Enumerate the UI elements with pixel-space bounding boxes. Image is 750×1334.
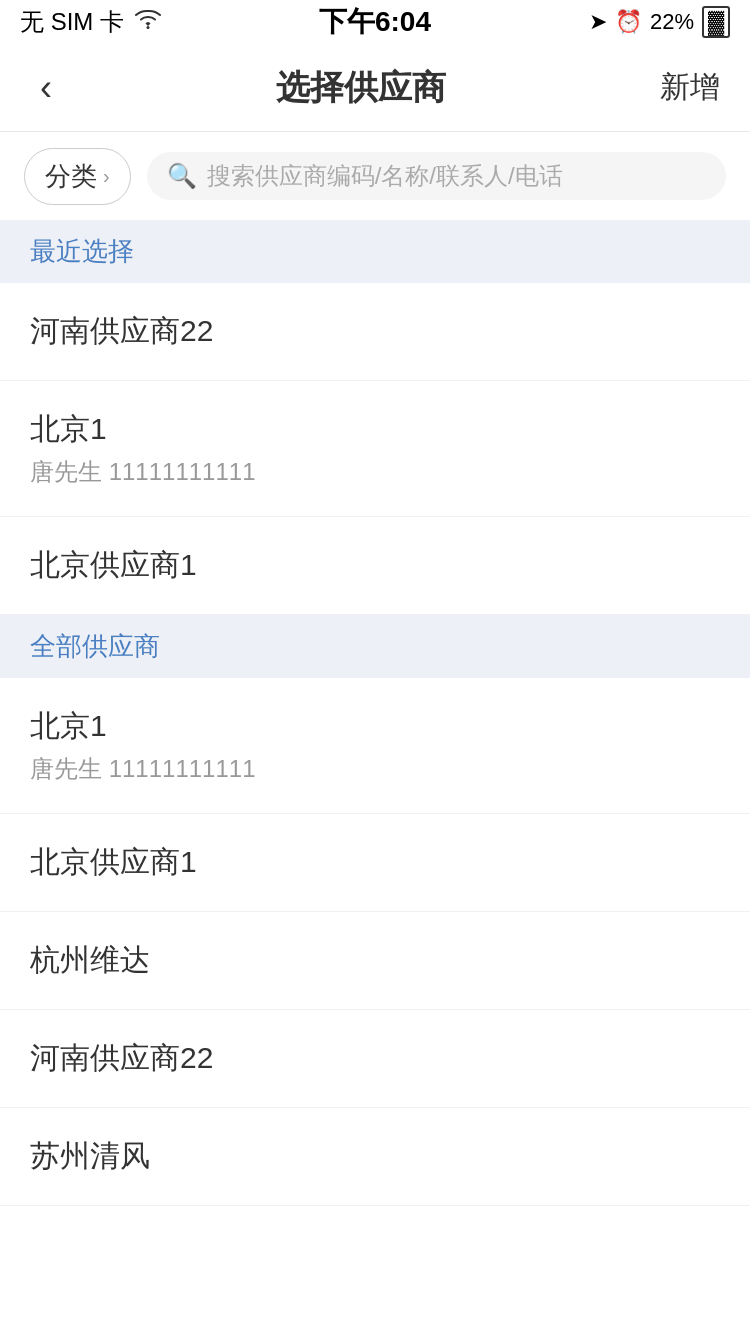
item-name: 北京供应商1 bbox=[30, 545, 720, 586]
status-bar: 无 SIM 卡 下午6:04 ➤ ⏰ 22% ▓ bbox=[0, 0, 750, 44]
svg-point-0 bbox=[147, 26, 150, 29]
battery-label: 22% bbox=[650, 9, 694, 35]
recent-section-label: 最近选择 bbox=[30, 236, 134, 266]
recent-list: 河南供应商22 北京1 唐先生 11111111111 北京供应商1 bbox=[0, 283, 750, 615]
recent-item[interactable]: 北京1 唐先生 11111111111 bbox=[0, 381, 750, 517]
recent-item[interactable]: 河南供应商22 bbox=[0, 283, 750, 381]
battery-icon: ▓ bbox=[702, 6, 730, 38]
page-title: 选择供应商 bbox=[276, 65, 446, 111]
supplier-item[interactable]: 杭州维达 bbox=[0, 912, 750, 1010]
category-label: 分类 bbox=[45, 159, 97, 194]
item-name: 苏州清风 bbox=[30, 1136, 720, 1177]
item-name: 北京供应商1 bbox=[30, 842, 720, 883]
recent-item[interactable]: 北京供应商1 bbox=[0, 517, 750, 615]
item-name: 北京1 bbox=[30, 409, 720, 450]
status-left: 无 SIM 卡 bbox=[20, 6, 162, 38]
status-right: ➤ ⏰ 22% ▓ bbox=[589, 6, 730, 38]
all-section-header: 全部供应商 bbox=[0, 615, 750, 678]
item-name: 河南供应商22 bbox=[30, 311, 720, 352]
item-name: 河南供应商22 bbox=[30, 1038, 720, 1079]
item-sub: 唐先生 11111111111 bbox=[30, 456, 720, 488]
all-list: 北京1 唐先生 11111111111 北京供应商1 杭州维达河南供应商22 苏州清风 bbox=[0, 678, 750, 1206]
supplier-item[interactable]: 河南供应商22 bbox=[0, 1010, 750, 1108]
carrier-label: 无 SIM 卡 bbox=[20, 6, 124, 38]
status-time: 下午6:04 bbox=[319, 3, 431, 41]
back-button[interactable]: ‹ bbox=[30, 57, 62, 119]
recent-section-header: 最近选择 bbox=[0, 220, 750, 283]
supplier-item[interactable]: 北京供应商1 bbox=[0, 814, 750, 912]
search-icon: 🔍 bbox=[167, 162, 197, 190]
location-icon: ➤ bbox=[589, 9, 607, 35]
supplier-item[interactable]: 苏州清风 bbox=[0, 1108, 750, 1206]
category-button[interactable]: 分类 › bbox=[24, 148, 131, 205]
item-name: 杭州维达 bbox=[30, 940, 720, 981]
alarm-icon: ⏰ bbox=[615, 9, 642, 35]
item-name: 北京1 bbox=[30, 706, 720, 747]
filter-bar: 分类 › 🔍 bbox=[0, 132, 750, 220]
search-input[interactable] bbox=[207, 162, 706, 190]
nav-bar: ‹ 选择供应商 新增 bbox=[0, 44, 750, 132]
add-button[interactable]: 新增 bbox=[660, 67, 720, 108]
supplier-item[interactable]: 北京1 唐先生 11111111111 bbox=[0, 678, 750, 814]
chevron-right-icon: › bbox=[103, 165, 110, 188]
item-sub: 唐先生 11111111111 bbox=[30, 753, 720, 785]
wifi-icon bbox=[134, 8, 162, 36]
search-box[interactable]: 🔍 bbox=[147, 152, 726, 200]
all-section-label: 全部供应商 bbox=[30, 631, 160, 661]
